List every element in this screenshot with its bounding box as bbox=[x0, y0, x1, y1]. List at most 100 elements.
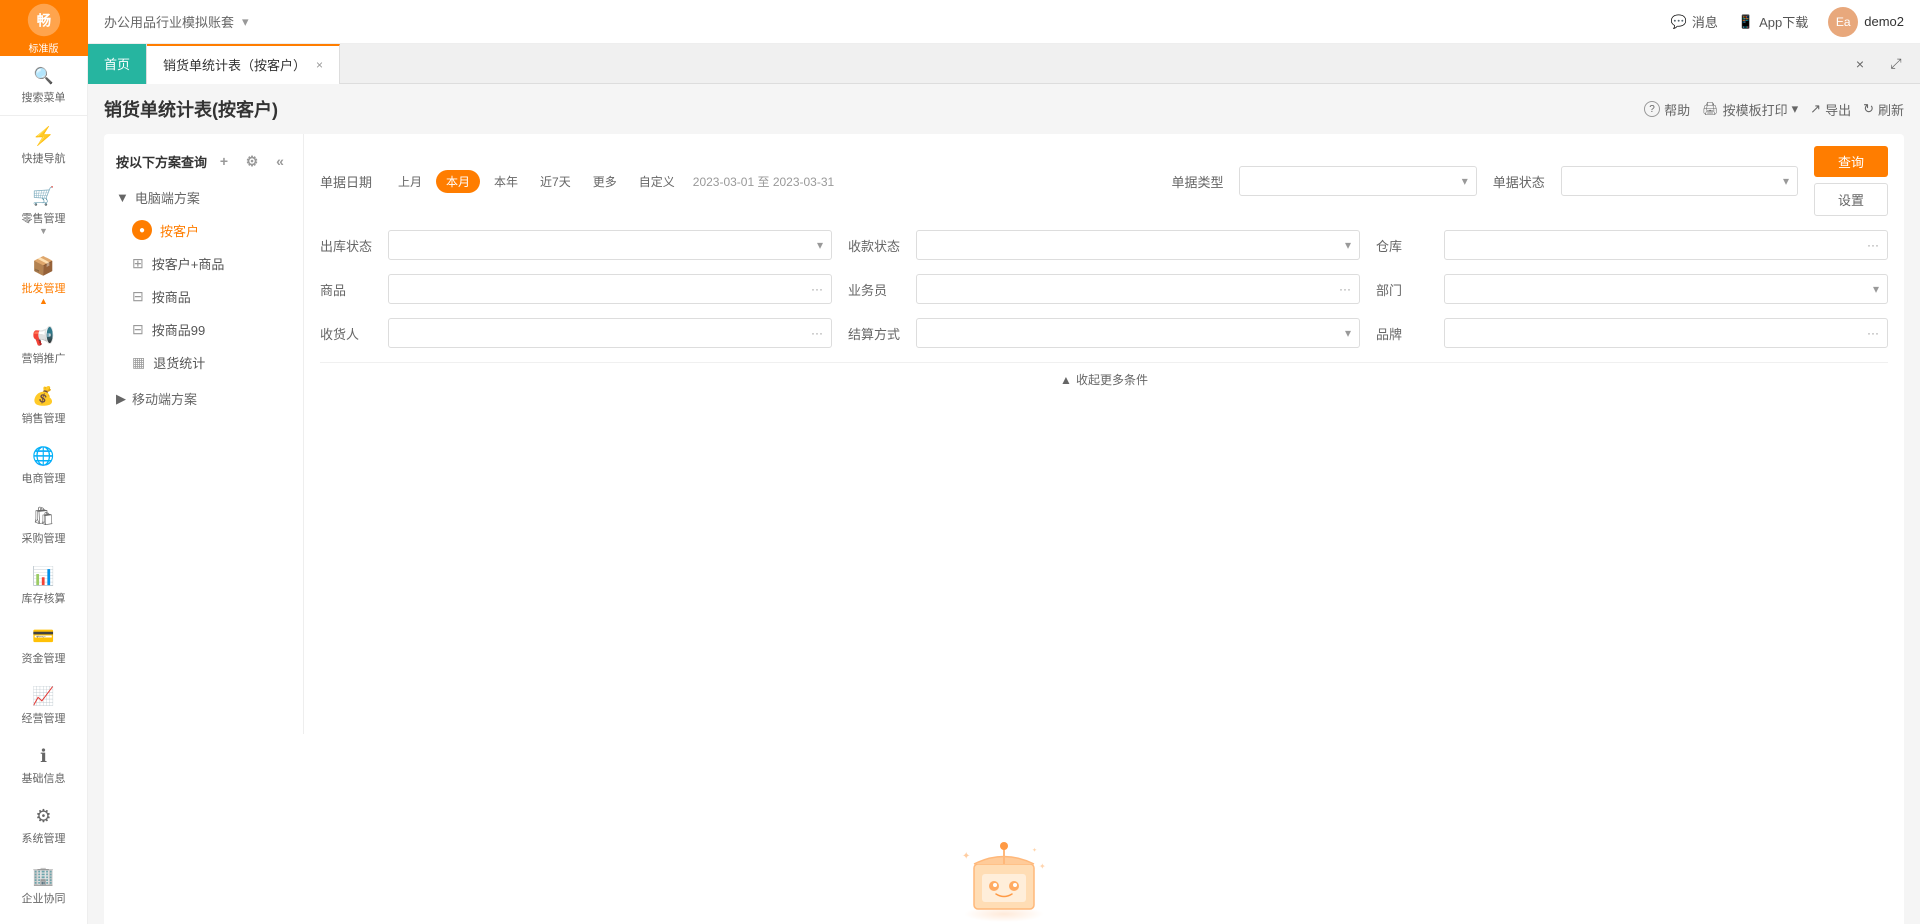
export-btn[interactable]: ↗ 导出 bbox=[1810, 100, 1851, 119]
filter-date-item: 单据日期 上月 本月 本年 近7天 更多 自定义 2023-03-01 至 20… bbox=[320, 170, 834, 193]
scheme-item-by-product[interactable]: ⊟ 按商品 bbox=[104, 280, 303, 313]
scheme-add-btn[interactable]: + bbox=[213, 150, 235, 172]
help-btn[interactable]: ? 帮助 bbox=[1644, 100, 1690, 119]
filter-product: 商品 ··· bbox=[320, 274, 832, 304]
sidebar-item-basic[interactable]: ℹ 基础信息 bbox=[0, 736, 87, 796]
scheme-group-pc-label: 电脑端方案 bbox=[135, 188, 200, 207]
page-title-actions: ? 帮助 🖨 按模板打印 ▾ ↗ 导出 ↻ 刷新 bbox=[1644, 100, 1904, 119]
wholesale-icon: 📦 bbox=[32, 256, 54, 277]
settings-button[interactable]: 设置 bbox=[1814, 183, 1888, 216]
sidebar-item-inventory[interactable]: 📊 库存核算 bbox=[0, 556, 87, 616]
scheme-item-by-customer-product[interactable]: ⊞ 按客户+商品 bbox=[104, 247, 303, 280]
sidebar-item-system[interactable]: ⚙ 系统管理 bbox=[0, 796, 87, 856]
ecommerce-label: 电商管理 bbox=[22, 470, 66, 486]
scheme-group-pc-header[interactable]: ▼ 电脑端方案 bbox=[104, 182, 303, 213]
date-tab-this-year[interactable]: 本年 bbox=[486, 170, 526, 193]
sidebar-item-purchase[interactable]: 🛍 采购管理 bbox=[0, 496, 87, 556]
by-product-label: 按商品 bbox=[152, 287, 191, 306]
refresh-btn[interactable]: ↻ 刷新 bbox=[1863, 100, 1904, 119]
refresh-label: 刷新 bbox=[1878, 100, 1904, 119]
user-menu[interactable]: Ea demo2 bbox=[1828, 7, 1904, 37]
salesperson-control[interactable]: ··· bbox=[916, 274, 1360, 304]
content-card: 按以下方案查询 + ⚙ « ▼ 电脑端方案 bbox=[104, 134, 1904, 924]
sidebar-item-finance[interactable]: 💳 资金管理 bbox=[0, 616, 87, 676]
collapse-row[interactable]: ▲ 收起更多条件 bbox=[320, 362, 1888, 396]
svg-text:✦: ✦ bbox=[1039, 862, 1046, 871]
sidebar-item-ecommerce[interactable]: 🌐 电商管理 bbox=[0, 436, 87, 496]
sidebar-item-retail[interactable]: 🛒 零售管理 ▼ bbox=[0, 176, 87, 246]
scheme-collapse-btn[interactable]: « bbox=[269, 150, 291, 172]
ecommerce-icon: 🌐 bbox=[32, 446, 54, 467]
wholesale-label: 批发管理 bbox=[22, 280, 66, 296]
receiver-label: 收货人 bbox=[320, 324, 380, 343]
by-product99-icon: ⊟ bbox=[132, 321, 144, 338]
date-tab-more[interactable]: 更多 bbox=[585, 170, 625, 193]
query-button[interactable]: 查询 bbox=[1814, 146, 1888, 177]
app-download-icon: 📱 bbox=[1738, 14, 1754, 30]
doc-type-control[interactable]: ▾ bbox=[1239, 166, 1476, 196]
sidebar-search[interactable]: 🔍 搜索菜单 bbox=[0, 56, 87, 116]
payment-method-control[interactable]: ▾ bbox=[916, 318, 1360, 348]
sidebar-item-enterprise[interactable]: 🏢 企业协同 bbox=[0, 856, 87, 916]
sidebar-item-newbie[interactable]: 🎯 新手引导 bbox=[0, 916, 87, 924]
brand-control[interactable]: ··· bbox=[1444, 318, 1888, 348]
doc-status-control[interactable]: ▾ bbox=[1561, 166, 1798, 196]
salesperson-dots: ··· bbox=[1339, 282, 1351, 296]
scheme-panel-title: 按以下方案查询 bbox=[116, 152, 207, 171]
main-area: 办公用品行业模拟账套 ▾ 💬 消息 📱 App下载 Ea demo2 首页 bbox=[88, 0, 1920, 924]
filter-doc-status: 单据状态 ▾ bbox=[1493, 166, 1798, 196]
message-btn[interactable]: 💬 消息 bbox=[1671, 12, 1718, 31]
department-control[interactable]: ▾ bbox=[1444, 274, 1888, 304]
app-download-btn[interactable]: 📱 App下载 bbox=[1738, 12, 1808, 31]
page-content: 销货单统计表(按客户) ? 帮助 🖨 按模板打印 ▾ ↗ 导出 bbox=[88, 84, 1920, 924]
quick-nav-label: 快捷导航 bbox=[22, 150, 66, 166]
header-right: 💬 消息 📱 App下载 Ea demo2 bbox=[1671, 7, 1904, 37]
system-label: 系统管理 bbox=[22, 830, 66, 846]
brand-label: 品牌 bbox=[1376, 324, 1436, 343]
scheme-item-by-product99[interactable]: ⊟ 按商品99 bbox=[104, 313, 303, 346]
doc-status-label: 单据状态 bbox=[1493, 172, 1553, 191]
tab-bar-right: × ⤢ bbox=[1846, 50, 1920, 78]
return-stats-icon: ▦ bbox=[132, 354, 145, 371]
sidebar-search-label: 搜索菜单 bbox=[22, 89, 66, 105]
export-label: 导出 bbox=[1825, 100, 1851, 119]
date-filter: 上月 本月 本年 近7天 更多 自定义 2023-03-01 至 2023-03… bbox=[390, 170, 834, 193]
dropdown-icon[interactable]: ▾ bbox=[242, 14, 249, 30]
sidebar-item-quick-nav[interactable]: ⚡ 快捷导航 bbox=[0, 116, 87, 176]
warehouse-control[interactable]: ··· bbox=[1444, 230, 1888, 260]
tab-maximize-btn[interactable]: ⤢ bbox=[1882, 50, 1910, 78]
filter-panel: 单据日期 上月 本月 本年 近7天 更多 自定义 2023-03-01 至 20… bbox=[304, 134, 1904, 734]
sidebar-item-sales[interactable]: 💰 销售管理 bbox=[0, 376, 87, 436]
filter-payment-status: 收款状态 ▾ bbox=[848, 230, 1360, 260]
date-tab-this-month[interactable]: 本月 bbox=[436, 170, 480, 193]
scheme-item-by-customer[interactable]: ● 按客户 bbox=[104, 213, 303, 247]
finance-label: 资金管理 bbox=[22, 650, 66, 666]
sidebar-item-operations[interactable]: 📈 经营管理 bbox=[0, 676, 87, 736]
payment-status-control[interactable]: ▾ bbox=[916, 230, 1360, 260]
scheme-group-pc-arrow: ▼ bbox=[116, 190, 129, 205]
date-tab-last-month[interactable]: 上月 bbox=[390, 170, 430, 193]
marketing-icon: 📢 bbox=[32, 326, 54, 347]
by-customer-label: 按客户 bbox=[160, 221, 199, 240]
date-tab-custom[interactable]: 自定义 bbox=[631, 170, 683, 193]
sales-label: 销售管理 bbox=[22, 410, 66, 426]
outbound-control[interactable]: ▾ bbox=[388, 230, 832, 260]
scheme-settings-btn[interactable]: ⚙ bbox=[241, 150, 263, 172]
print-btn[interactable]: 🖨 按模板打印 ▾ bbox=[1702, 100, 1798, 119]
scheme-item-return-stats[interactable]: ▦ 退货统计 bbox=[104, 346, 303, 379]
tab-close-btn[interactable]: × bbox=[1846, 50, 1874, 78]
by-customer-product-icon: ⊞ bbox=[132, 255, 144, 272]
sales-stats-tab-label: 销货单统计表（按客户） bbox=[163, 55, 306, 74]
sidebar-item-wholesale[interactable]: 📦 批发管理 ▲ bbox=[0, 246, 87, 316]
sidebar-item-marketing[interactable]: 📢 营销推广 bbox=[0, 316, 87, 376]
doc-status-chevron: ▾ bbox=[1783, 174, 1789, 188]
receiver-control[interactable]: ··· bbox=[388, 318, 832, 348]
salesperson-label: 业务员 bbox=[848, 280, 908, 299]
tab-home[interactable]: 首页 bbox=[88, 44, 147, 84]
tab-sales-stats[interactable]: 销货单统计表（按客户） × bbox=[147, 44, 340, 84]
tab-close-icon[interactable]: × bbox=[316, 58, 323, 72]
date-tab-last7[interactable]: 近7天 bbox=[532, 170, 579, 193]
scheme-group-mobile-header[interactable]: ▶ 移动端方案 bbox=[104, 383, 303, 414]
product-control[interactable]: ··· bbox=[388, 274, 832, 304]
scheme-panel-header: 按以下方案查询 + ⚙ « bbox=[104, 144, 303, 178]
